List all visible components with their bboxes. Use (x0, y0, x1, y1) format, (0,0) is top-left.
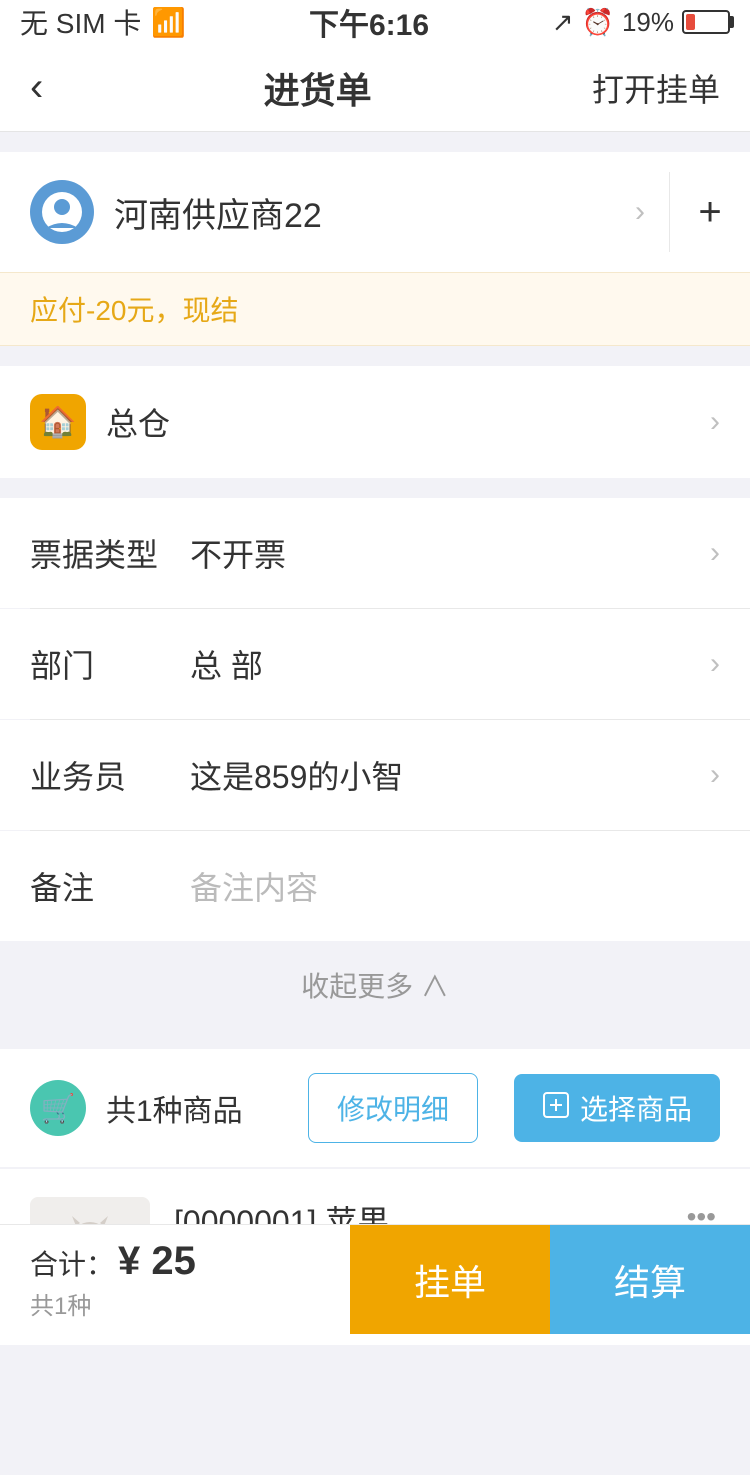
hang-button[interactable]: 挂单 (350, 1225, 550, 1334)
status-right: ↗ ⏰ 19% (552, 7, 730, 38)
product-count-icon: 🛒 (30, 1080, 86, 1136)
warehouse-row[interactable]: 🏠 总仓 › (0, 366, 750, 478)
bottom-spacer (0, 1345, 750, 1475)
add-supplier-button[interactable]: + (670, 152, 750, 272)
battery-icon (682, 10, 730, 34)
status-time: 下午6:16 (309, 0, 429, 44)
cart-icon: 🛒 (41, 1092, 76, 1125)
status-bar: 无 SIM 卡 📶 下午6:16 ↗ ⏰ 19% (0, 0, 750, 44)
modify-detail-button[interactable]: 修改明细 (308, 1073, 478, 1143)
salesperson-chevron-icon: › (710, 758, 720, 792)
wifi-icon: 📶 (151, 6, 186, 39)
total-count: 共1种 (30, 1286, 350, 1321)
gap-3 (0, 478, 750, 498)
select-product-icon (542, 1091, 570, 1126)
collapse-label: 收起更多 ∧ (301, 965, 449, 1005)
department-label: 部门 (30, 641, 190, 687)
warehouse-chevron-icon: › (710, 405, 720, 439)
department-value: 总 部 (190, 641, 710, 687)
remark-label: 备注 (30, 863, 190, 909)
total-section: 合计： ¥ 25 共1种 (0, 1225, 350, 1334)
salesperson-label: 业务员 (30, 752, 190, 798)
checkout-button[interactable]: 结算 (550, 1225, 750, 1334)
warehouse-label: 总仓 (106, 399, 690, 445)
alarm-icon: ⏰ (582, 7, 614, 38)
select-product-button[interactable]: 选择商品 (514, 1074, 720, 1142)
warehouse-icon: 🏠 (30, 394, 86, 450)
carrier-label: 无 SIM 卡 (20, 2, 141, 42)
remark-row[interactable]: 备注 备注内容 (0, 831, 750, 941)
status-left: 无 SIM 卡 📶 (20, 2, 186, 42)
product-header: 🛒 共1种商品 修改明细 选择商品 (0, 1049, 750, 1167)
supplier-main-row[interactable]: 河南供应商22 › (0, 152, 669, 272)
page-title: 进货单 (264, 62, 372, 114)
total-amount: ¥ 25 (118, 1239, 196, 1284)
invoice-type-value: 不开票 (190, 530, 710, 576)
warning-text: 应付-20元，现结 (30, 295, 238, 326)
gap-1 (0, 132, 750, 152)
bottom-bar: 合计： ¥ 25 共1种 挂单 结算 (0, 1224, 750, 1334)
gap-2 (0, 346, 750, 366)
invoice-type-label: 票据类型 (30, 530, 190, 576)
supplier-avatar (30, 180, 94, 244)
nav-bar: ‹ 进货单 打开挂单 (0, 44, 750, 132)
supplier-chevron-icon: › (635, 195, 645, 229)
total-label: 合计： (30, 1243, 114, 1283)
form-section: 票据类型 不开票 › 部门 总 部 › 业务员 这是859的小智 › 备注 备注… (0, 498, 750, 941)
salesperson-value: 这是859的小智 (190, 752, 710, 798)
remark-placeholder[interactable]: 备注内容 (190, 863, 720, 909)
back-icon: ‹ (30, 65, 43, 110)
battery-percent: 19% (622, 7, 674, 38)
supplier-name: 河南供应商22 (114, 188, 615, 237)
location-icon: ↗ (552, 7, 574, 38)
product-count-text: 共1种商品 (106, 1086, 288, 1130)
back-button[interactable]: ‹ (30, 65, 43, 110)
department-row[interactable]: 部门 总 部 › (0, 609, 750, 719)
collapse-row[interactable]: 收起更多 ∧ (0, 941, 750, 1029)
warehouse-icon-inner: 🏠 (39, 405, 76, 440)
department-chevron-icon: › (710, 647, 720, 681)
warning-banner: 应付-20元，现结 (0, 272, 750, 346)
avatar-icon (42, 192, 82, 232)
supplier-section: 河南供应商22 › + (0, 152, 750, 272)
open-pending-button[interactable]: 打开挂单 (592, 65, 720, 111)
select-product-label: 选择商品 (580, 1088, 692, 1128)
invoice-type-row[interactable]: 票据类型 不开票 › (0, 498, 750, 608)
salesperson-row[interactable]: 业务员 这是859的小智 › (0, 720, 750, 830)
invoice-type-chevron-icon: › (710, 536, 720, 570)
